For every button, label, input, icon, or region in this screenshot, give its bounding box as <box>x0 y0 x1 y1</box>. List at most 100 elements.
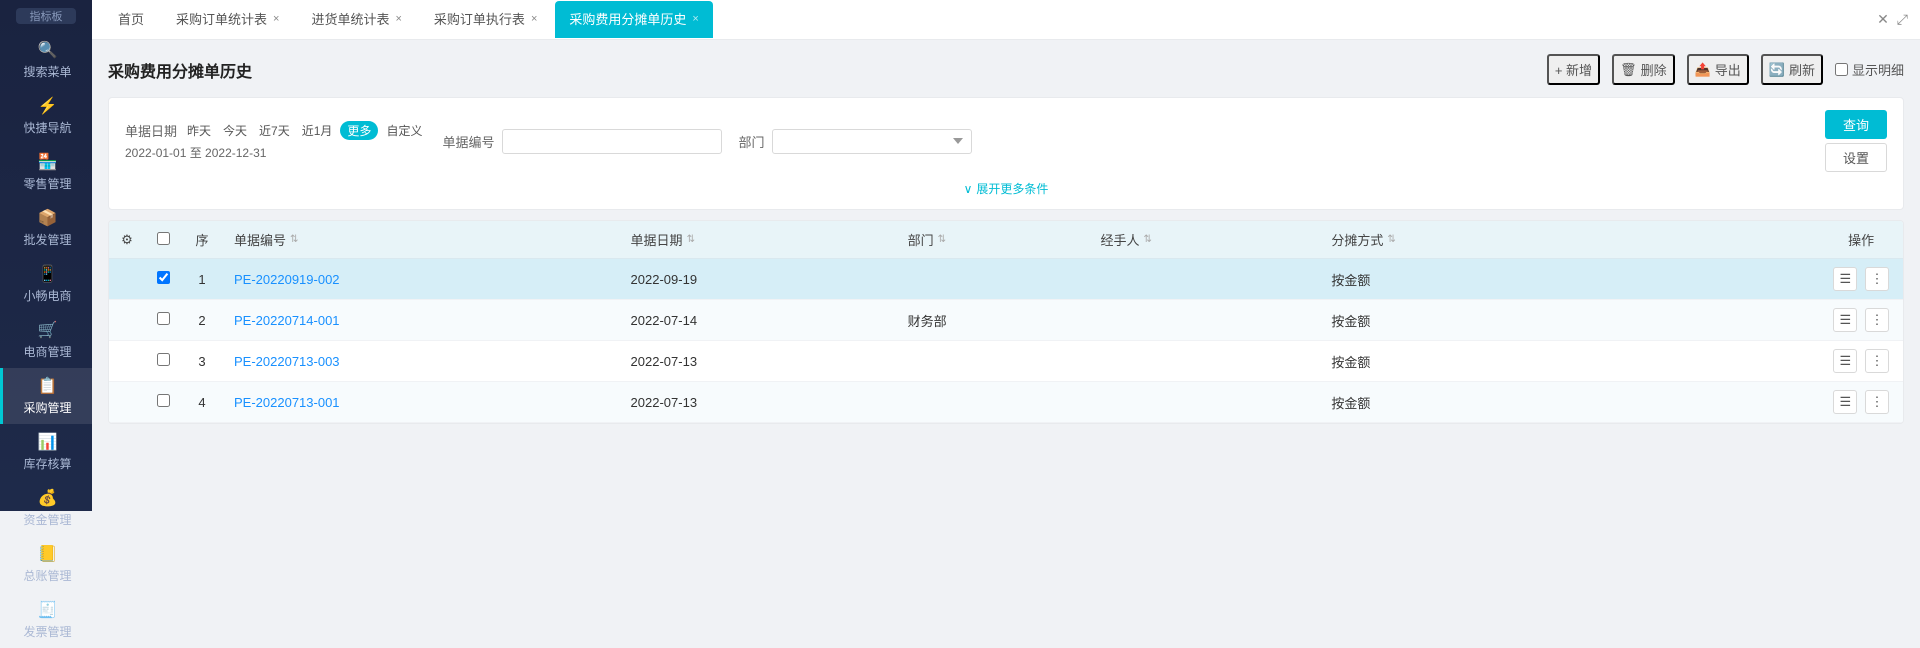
refresh-button[interactable]: 🔄 刷新 <box>1761 54 1823 85</box>
maximize-icon[interactable]: ⤢ <box>1897 11 1908 28</box>
td-split-method-3: 按金额 <box>1319 382 1819 423</box>
sidebar-item-search[interactable]: 🔍搜索菜单 <box>0 32 92 88</box>
expand-more-button[interactable]: ∨ 展开更多条件 <box>125 180 1887 197</box>
sort-icon-dept[interactable]: ⇅ <box>938 234 946 245</box>
page-title: 采购费用分摊单历史 <box>108 58 252 82</box>
ops-view-btn-3[interactable]: ☰ <box>1833 390 1857 414</box>
tab-label-purchase-order-stats: 采购订单统计表 <box>176 9 267 28</box>
show-cols-checkbox[interactable] <box>1835 63 1848 76</box>
search-button[interactable]: 查询 <box>1825 110 1887 139</box>
td-num-3: 4 <box>182 382 222 423</box>
export-icon: 📤 <box>1695 62 1711 78</box>
sidebar-item-quick[interactable]: ⚡快捷导航 <box>0 88 92 144</box>
td-ops-3: ☰ ⋮ <box>1819 382 1903 423</box>
sidebar-item-retail[interactable]: 🏪零售管理 <box>0 144 92 200</box>
td-doc-no-2: PE-20220713-003 <box>222 341 619 382</box>
sidebar-icon-ledger: 📒 <box>38 544 58 564</box>
doc-no-link-3[interactable]: PE-20220713-001 <box>234 395 340 410</box>
sidebar-logo: 指标板 <box>16 8 76 24</box>
td-doc-date-1: 2022-07-14 <box>619 300 896 341</box>
table-row: 1 PE-20220919-002 2022-09-19 按金额 ☰ ⋮ <box>109 259 1903 300</box>
toolbar: + 新增 🗑 删除 📤 导出 🔄 刷新 显示明细 <box>1547 54 1904 85</box>
td-ops-2: ☰ ⋮ <box>1819 341 1903 382</box>
sort-icon-split[interactable]: ⇅ <box>1387 234 1395 245</box>
sort-icon-doc-date[interactable]: ⇅ <box>687 234 695 245</box>
doc-no-link-0[interactable]: PE-20220919-002 <box>234 272 340 287</box>
setting-button[interactable]: 设置 <box>1825 143 1887 172</box>
ops-more-btn-0[interactable]: ⋮ <box>1865 267 1889 291</box>
date-shortcut-2[interactable]: 近7天 <box>255 121 294 140</box>
sidebar-item-purchase[interactable]: 📋采购管理 <box>0 368 92 424</box>
tab-close-purchase-exec[interactable]: × <box>531 13 537 25</box>
sidebar-item-invoice[interactable]: 🧾发票管理 <box>0 592 92 648</box>
sidebar-item-ecom[interactable]: 🛒电商管理 <box>0 312 92 368</box>
sidebar-label-finance: 资金管理 <box>23 511 71 528</box>
sidebar-item-finance[interactable]: 💰资金管理 <box>0 480 92 536</box>
ops-view-btn-0[interactable]: ☰ <box>1833 267 1857 291</box>
ops-view-btn-2[interactable]: ☰ <box>1833 349 1857 373</box>
td-gear-2 <box>109 341 145 382</box>
ops-more-btn-2[interactable]: ⋮ <box>1865 349 1889 373</box>
date-shortcut-5[interactable]: 自定义 <box>382 121 426 140</box>
doc-no-link-2[interactable]: PE-20220713-003 <box>234 354 340 369</box>
td-gear-3 <box>109 382 145 423</box>
ops-more-btn-1[interactable]: ⋮ <box>1865 308 1889 332</box>
sort-icon-handler[interactable]: ⇅ <box>1144 234 1152 245</box>
table-row: 4 PE-20220713-001 2022-07-13 按金额 ☰ ⋮ <box>109 382 1903 423</box>
doc-no-input[interactable] <box>502 129 722 154</box>
td-checkbox-1 <box>145 300 182 341</box>
sidebar-item-inventory[interactable]: 📊库存核算 <box>0 424 92 480</box>
content-area: 采购费用分摊单历史 + 新增 🗑 删除 📤 导出 🔄 刷新 <box>92 40 1920 511</box>
tab-bar: 首页采购订单统计表×进货单统计表×采购订单执行表×采购费用分摊单历史× ✕ ⤢ <box>92 0 1920 40</box>
tab-close-inbound-stats[interactable]: × <box>395 13 401 25</box>
td-handler-0 <box>1089 259 1320 300</box>
td-dept-1: 财务部 <box>896 300 1089 341</box>
th-gear[interactable]: ⚙ <box>109 221 145 259</box>
th-num: 序 <box>182 221 222 259</box>
sidebar-icon-mini: 📱 <box>38 264 58 284</box>
export-button[interactable]: 📤 导出 <box>1687 54 1749 85</box>
tab-inbound-stats[interactable]: 进货单统计表× <box>297 1 415 38</box>
filter-row: 单据日期 昨天今天近7天近1月更多自定义 2022-01-01 至 2022-1… <box>125 110 1887 172</box>
td-doc-no-3: PE-20220713-001 <box>222 382 619 423</box>
close-icon[interactable]: ✕ <box>1877 11 1889 28</box>
row-checkbox-1[interactable] <box>157 312 170 325</box>
td-handler-1 <box>1089 300 1320 341</box>
dept-select[interactable] <box>772 129 972 154</box>
tab-purchase-order-stats[interactable]: 采购订单统计表 × <box>162 1 293 38</box>
date-shortcut-1[interactable]: 今天 <box>219 121 251 140</box>
th-ops: 操作 <box>1819 221 1903 259</box>
data-table: ⚙ 序 单据编号⇅ 单据日期⇅ 部门⇅ <box>109 221 1903 423</box>
tab-purchase-cost-history[interactable]: 采购费用分摊单历史× <box>555 1 712 38</box>
sort-icon-doc-no[interactable]: ⇅ <box>290 234 298 245</box>
td-checkbox-0 <box>145 259 182 300</box>
sidebar-item-wholesale[interactable]: 📦批发管理 <box>0 200 92 256</box>
date-shortcut-4[interactable]: 更多 <box>340 121 378 140</box>
row-checkbox-3[interactable] <box>157 394 170 407</box>
td-ops-0: ☰ ⋮ <box>1819 259 1903 300</box>
delete-button[interactable]: 🗑 删除 <box>1612 54 1675 85</box>
td-handler-2 <box>1089 341 1320 382</box>
sidebar-item-ledger[interactable]: 📒总账管理 <box>0 536 92 592</box>
sidebar-label-retail: 零售管理 <box>23 175 71 192</box>
doc-no-link-1[interactable]: PE-20220714-001 <box>234 313 340 328</box>
tab-home[interactable]: 首页 <box>104 1 158 38</box>
main-area: 首页采购订单统计表×进货单统计表×采购订单执行表×采购费用分摊单历史× ✕ ⤢ … <box>92 0 1920 511</box>
tab-close-purchase-cost-history[interactable]: × <box>692 13 698 25</box>
tab-purchase-exec[interactable]: 采购订单执行表× <box>420 1 551 38</box>
ops-view-btn-1[interactable]: ☰ <box>1833 308 1857 332</box>
td-doc-date-2: 2022-07-13 <box>619 341 896 382</box>
ops-more-btn-3[interactable]: ⋮ <box>1865 390 1889 414</box>
select-all-checkbox[interactable] <box>157 232 170 245</box>
sidebar-icon-inventory: 📊 <box>38 432 58 452</box>
add-button[interactable]: + 新增 <box>1547 54 1600 85</box>
sidebar-label-purchase: 采购管理 <box>23 399 71 416</box>
date-shortcut-0[interactable]: 昨天 <box>183 121 215 140</box>
row-checkbox-0[interactable] <box>157 271 170 284</box>
date-shortcut-3[interactable]: 近1月 <box>298 121 337 140</box>
show-cols-toggle[interactable]: 显示明细 <box>1835 60 1904 79</box>
tab-close-purchase-order-stats[interactable]: × <box>273 13 279 25</box>
row-checkbox-2[interactable] <box>157 353 170 366</box>
date-filter-group: 单据日期 昨天今天近7天近1月更多自定义 2022-01-01 至 2022-1… <box>125 121 426 161</box>
sidebar-item-mini[interactable]: 📱小畅电商 <box>0 256 92 312</box>
